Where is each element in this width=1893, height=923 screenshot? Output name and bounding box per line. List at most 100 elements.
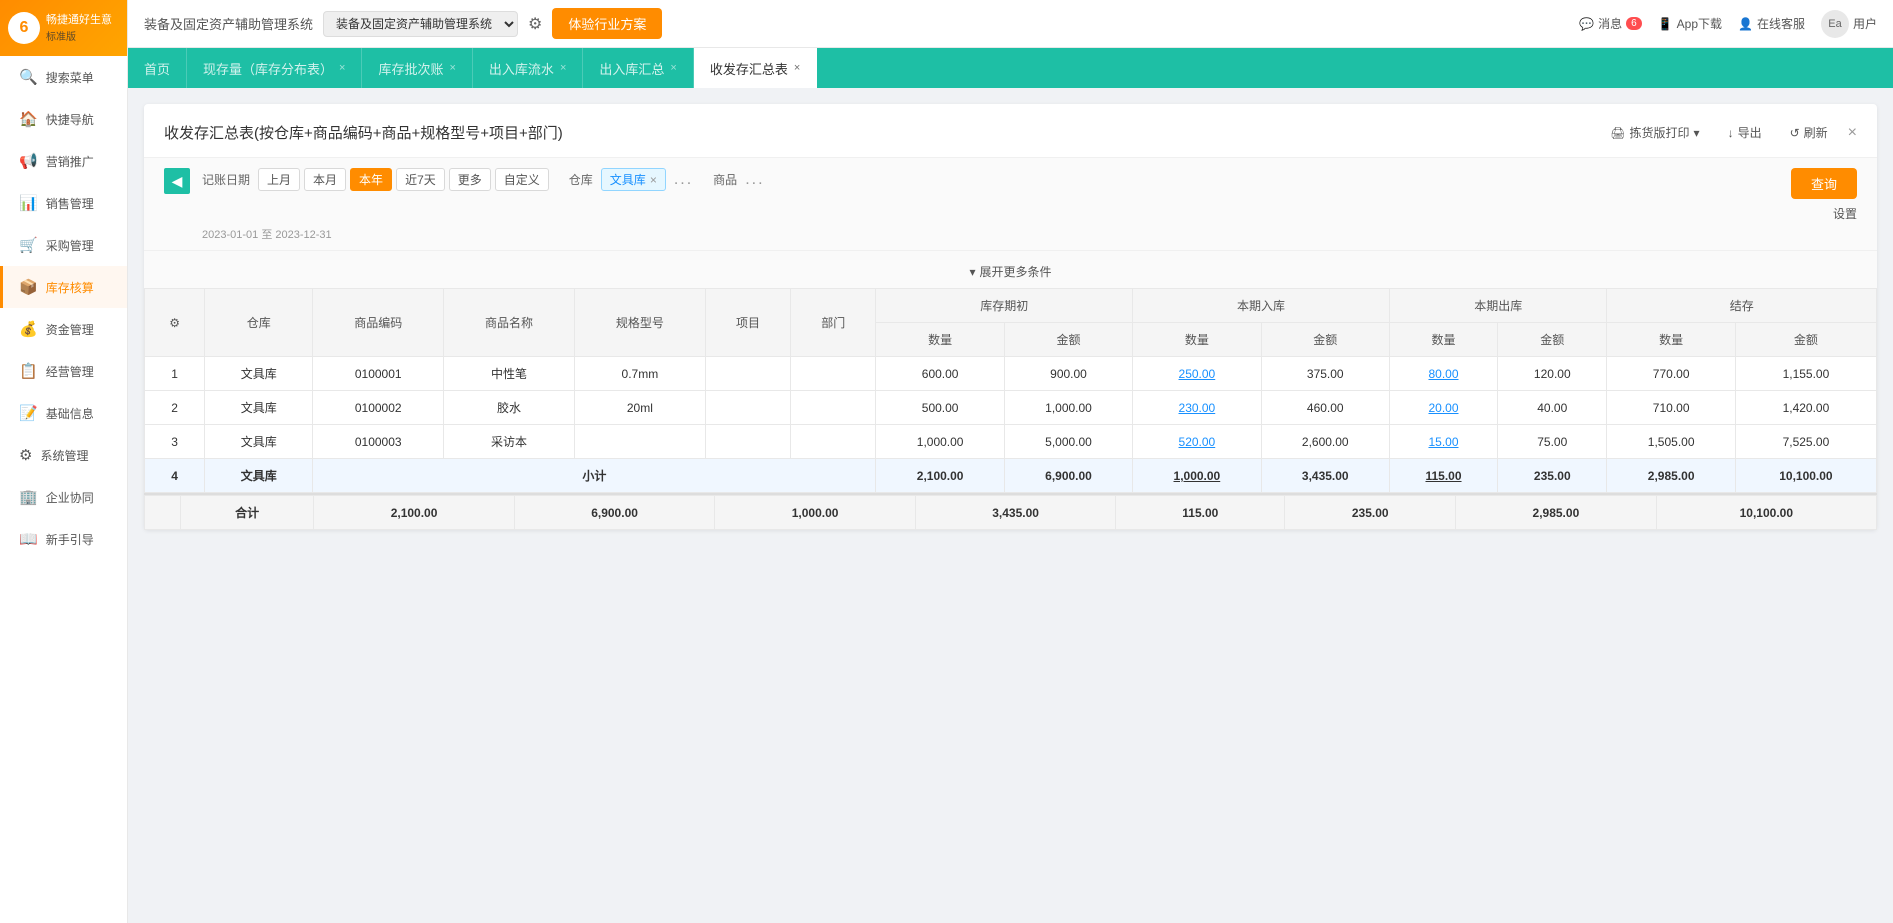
page-header-actions: 🖨 拣货版打印 ▾ ↓ 导出 ↺ 刷新 × <box>1602 120 1857 145</box>
th-opening-amt: 金额 <box>1004 323 1132 357</box>
refresh-label: 刷新 <box>1804 124 1828 141</box>
app-download-item[interactable]: 📱 App下载 <box>1658 15 1722 32</box>
home-icon: 🏠 <box>19 110 38 128</box>
sidebar-item-guide[interactable]: 📖 新手引导 <box>0 518 127 560</box>
tab-stock-batch[interactable]: 库存批次账 × <box>362 48 472 88</box>
td-index: 2 <box>145 391 205 425</box>
warehouse-more-button[interactable]: ... <box>674 171 693 189</box>
date-btn-more[interactable]: 更多 <box>449 168 491 191</box>
message-item[interactable]: 💬 消息 6 <box>1579 15 1642 32</box>
sidebar-item-marketing[interactable]: 📢 营销推广 <box>0 140 127 182</box>
td-out-qty-link[interactable]: 15.00 <box>1389 425 1497 459</box>
toggle-icon: ◀ <box>172 173 183 190</box>
finance-icon: 💰 <box>19 320 38 338</box>
sidebar-item-label: 经营管理 <box>46 363 94 380</box>
tab-close-icon[interactable]: × <box>794 62 800 74</box>
table-row: 2 文具库 0100002 胶水 20ml 500.00 1,000.00 23… <box>145 391 1877 425</box>
tab-close-icon[interactable]: × <box>339 62 345 74</box>
trial-button[interactable]: 体验行业方案 <box>552 8 662 39</box>
date-btn-this-month[interactable]: 本月 <box>304 168 346 191</box>
th-closing-group: 结存 <box>1607 289 1877 323</box>
th-settings[interactable]: ⚙ <box>145 289 205 357</box>
chevron-down-icon: ▾ <box>1694 126 1700 140</box>
sidebar-nav: 🔍 搜索菜单 🏠 快捷导航 📢 营销推广 📊 销售管理 🛒 采购管理 📦 库存核… <box>0 56 127 923</box>
td-out-amt: 120.00 <box>1498 357 1607 391</box>
footer-out-qty: 115.00 <box>1116 496 1285 530</box>
sidebar-item-base-info[interactable]: 📝 基础信息 <box>0 392 127 434</box>
online-service-item[interactable]: 👤 在线客服 <box>1738 15 1805 32</box>
sidebar-item-sales[interactable]: 📊 销售管理 <box>0 182 127 224</box>
warehouse-tag-close[interactable]: × <box>650 173 657 187</box>
td-out-qty-link[interactable]: 80.00 <box>1389 357 1497 391</box>
td-warehouse: 文具库 <box>205 425 313 459</box>
tab-close-icon[interactable]: × <box>670 62 676 74</box>
table-row: 3 文具库 0100003 采访本 1,000.00 5,000.00 520.… <box>145 425 1877 459</box>
sidebar-item-purchase[interactable]: 🛒 采购管理 <box>0 224 127 266</box>
settings-icon[interactable]: ⚙ <box>528 14 542 34</box>
sidebar-logo: 6 畅捷通好生意 标准版 <box>0 0 127 56</box>
online-service-label: 在线客服 <box>1757 15 1805 32</box>
tab-stock-dist[interactable]: 现存量（库存分布表） × <box>187 48 362 88</box>
td-closing-amt: 1,155.00 <box>1735 357 1876 391</box>
td-in-qty-link[interactable]: 230.00 <box>1133 391 1261 425</box>
tab-inout-flow[interactable]: 出入库流水 × <box>473 48 583 88</box>
main-content: 收发存汇总表(按仓库+商品编码+商品+规格型号+项目+部门) 🖨 拣货版打印 ▾… <box>128 88 1893 923</box>
settings-text-button[interactable]: 设置 <box>1833 205 1857 222</box>
sidebar-item-enterprise[interactable]: 🏢 企业协同 <box>0 476 127 518</box>
base-info-icon: 📝 <box>19 404 38 422</box>
th-closing-amt: 金额 <box>1735 323 1876 357</box>
date-btn-last-month[interactable]: 上月 <box>258 168 300 191</box>
td-goods-code: 0100002 <box>313 391 444 425</box>
th-out-group: 本期出库 <box>1389 289 1607 323</box>
message-label: 消息 <box>1598 15 1622 32</box>
sidebar-item-quick-nav[interactable]: 🏠 快捷导航 <box>0 98 127 140</box>
date-btn-custom[interactable]: 自定义 <box>495 168 549 191</box>
tab-close-icon[interactable]: × <box>449 62 455 74</box>
td-in-amt: 460.00 <box>1261 391 1389 425</box>
tab-close-icon[interactable]: × <box>560 62 566 74</box>
sidebar-item-label: 新手引导 <box>46 531 94 548</box>
sidebar-item-system[interactable]: ⚙ 系统管理 <box>0 434 127 476</box>
footer-closing-amt: 10,100.00 <box>1656 496 1876 530</box>
filter-main-row: ◀ 记账日期 上月 本月 本年 近7天 更多 自定义 <box>164 168 1857 222</box>
refresh-button[interactable]: ↺ 刷新 <box>1782 120 1836 145</box>
sidebar-item-label: 基础信息 <box>46 405 94 422</box>
tab-recv-send-summary[interactable]: 收发存汇总表 × <box>694 48 817 88</box>
th-warehouse: 仓库 <box>205 289 313 357</box>
sidebar-item-finance[interactable]: 💰 资金管理 <box>0 308 127 350</box>
filter-toggle-button[interactable]: ◀ <box>164 168 190 194</box>
sidebar-item-inventory[interactable]: 📦 库存核算 <box>0 266 127 308</box>
td-subtotal-out-qty[interactable]: 115.00 <box>1389 459 1497 493</box>
print-button[interactable]: 🖨 拣货版打印 ▾ <box>1602 120 1707 145</box>
close-button[interactable]: × <box>1848 124 1857 142</box>
topbar: 装备及固定资产辅助管理系统 装备及固定资产辅助管理系统 ⚙ 体验行业方案 💬 消… <box>128 0 1893 48</box>
td-goods-code: 0100001 <box>313 357 444 391</box>
td-in-qty-link[interactable]: 250.00 <box>1133 357 1261 391</box>
export-button[interactable]: ↓ 导出 <box>1720 120 1770 145</box>
query-button[interactable]: 查询 <box>1791 168 1857 199</box>
sidebar-item-label: 搜索菜单 <box>46 69 94 86</box>
td-in-qty-link[interactable]: 520.00 <box>1133 425 1261 459</box>
sidebar-item-operations[interactable]: 📋 经营管理 <box>0 350 127 392</box>
date-btn-this-year[interactable]: 本年 <box>350 168 392 191</box>
page-title: 收发存汇总表(按仓库+商品编码+商品+规格型号+项目+部门) <box>164 122 563 143</box>
sidebar-item-search[interactable]: 🔍 搜索菜单 <box>0 56 127 98</box>
topbar-right: 💬 消息 6 📱 App下载 👤 在线客服 Ea 用户 <box>1579 10 1877 38</box>
td-closing-amt: 1,420.00 <box>1735 391 1876 425</box>
tab-label: 出入库汇总 <box>599 59 664 78</box>
system-selector[interactable]: 装备及固定资产辅助管理系统 <box>323 11 518 37</box>
goods-more-button[interactable]: ... <box>745 171 764 189</box>
td-out-qty-link[interactable]: 20.00 <box>1389 391 1497 425</box>
user-item[interactable]: Ea 用户 <box>1821 10 1877 38</box>
date-btn-7days[interactable]: 近7天 <box>396 168 445 191</box>
tab-label: 现存量（库存分布表） <box>203 59 333 78</box>
print-label: 拣货版打印 <box>1630 124 1690 141</box>
expand-more-button[interactable]: ▾ 展开更多条件 <box>969 263 1051 280</box>
tab-inout-summary[interactable]: 出入库汇总 × <box>583 48 693 88</box>
td-opening-qty: 600.00 <box>876 357 1004 391</box>
main-table: ⚙ 仓库 商品编码 商品名称 规格型号 项目 部门 库存期初 本期入库 本期出库… <box>144 288 1877 493</box>
td-subtotal-in-qty[interactable]: 1,000.00 <box>1133 459 1261 493</box>
sidebar: 6 畅捷通好生意 标准版 🔍 搜索菜单 🏠 快捷导航 📢 营销推广 📊 销售管理… <box>0 0 128 923</box>
message-badge: 6 <box>1626 17 1642 30</box>
tab-home[interactable]: 首页 <box>128 48 187 88</box>
